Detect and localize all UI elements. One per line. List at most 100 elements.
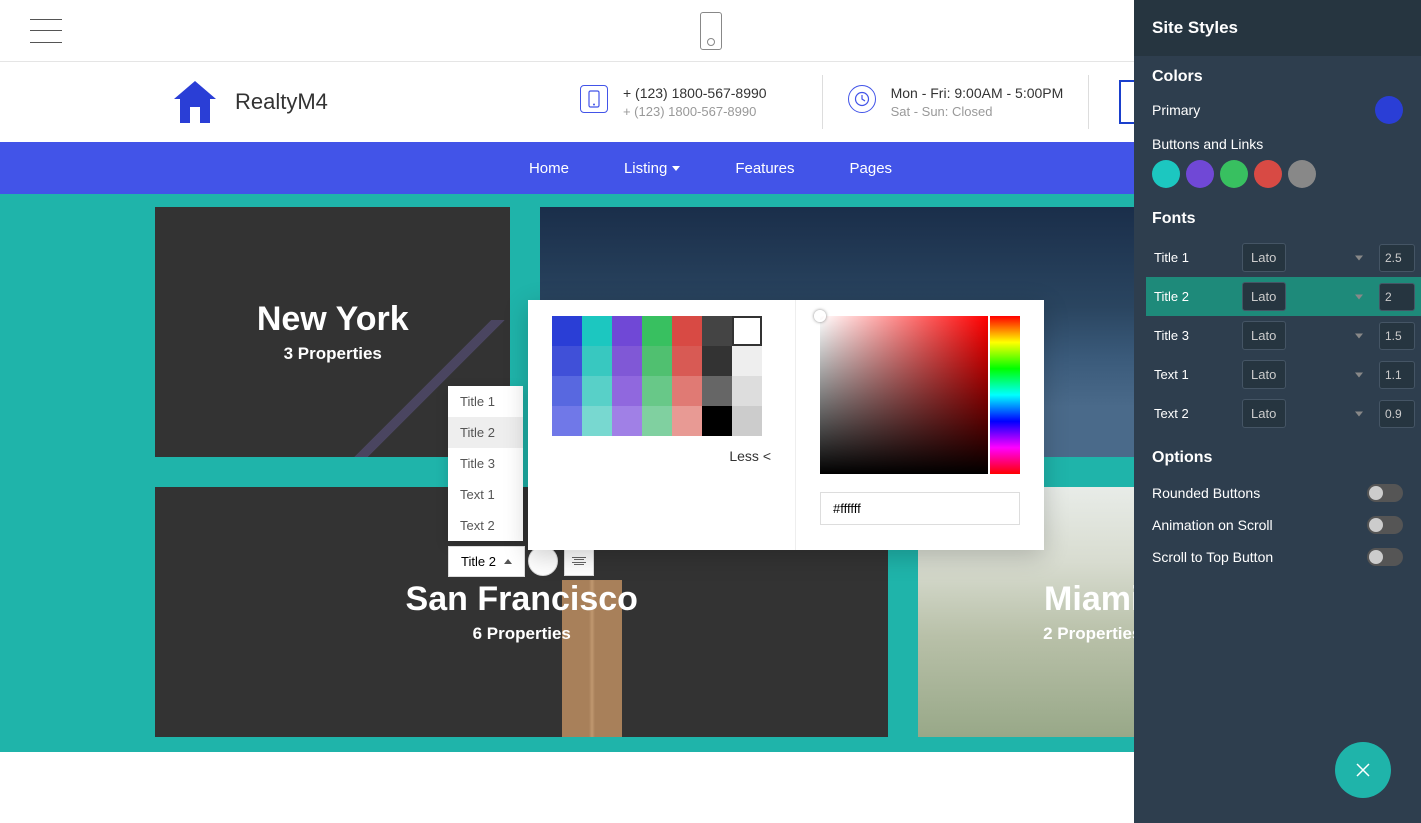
button-color-swatch[interactable] (1288, 160, 1316, 188)
color-swatch[interactable] (582, 316, 612, 346)
color-swatch[interactable] (732, 376, 762, 406)
font-label: Title 2 (1152, 289, 1236, 304)
logo-icon (170, 77, 220, 127)
font-family-select[interactable]: Lato (1242, 399, 1286, 428)
color-swatch[interactable] (582, 376, 612, 406)
card-title: Miami (1043, 580, 1141, 619)
font-row: Text 2 Lato (1146, 394, 1421, 433)
color-swatch[interactable] (672, 376, 702, 406)
card-subtitle: 3 Properties (257, 344, 409, 364)
close-icon (1353, 760, 1373, 780)
style-option-title3[interactable]: Title 3 (448, 448, 523, 479)
color-picker-popup: Less < (528, 300, 1044, 550)
color-swatch[interactable] (702, 376, 732, 406)
color-swatch[interactable] (582, 406, 612, 436)
color-swatch[interactable] (732, 346, 762, 376)
color-swatch[interactable] (612, 346, 642, 376)
font-size-input[interactable] (1379, 400, 1415, 428)
color-swatch[interactable] (642, 406, 672, 436)
buttons-links-label: Buttons and Links (1152, 136, 1403, 152)
color-swatch[interactable] (612, 316, 642, 346)
font-family-select[interactable]: Lato (1242, 243, 1286, 272)
hours-line-1: Mon - Fri: 9:00AM - 5:00PM (891, 85, 1064, 101)
style-option-title2[interactable]: Title 2 (448, 417, 523, 448)
saturation-area[interactable] (820, 316, 988, 474)
site-styles-panel: Site Styles Colors Primary Buttons and L… (1134, 0, 1421, 823)
brand-block: RealtyM4 (170, 77, 328, 127)
phone-line-1: + (123) 1800-567-8990 (623, 85, 767, 101)
nav-pages[interactable]: Pages (850, 160, 893, 177)
hours-line-2: Sat - Sun: Closed (891, 104, 1064, 119)
mobile-preview-icon[interactable] (700, 12, 722, 50)
font-family-select[interactable]: Lato (1242, 282, 1286, 311)
fonts-heading: Fonts (1152, 210, 1403, 228)
align-center-button[interactable] (564, 546, 594, 576)
button-color-swatch[interactable] (1152, 160, 1180, 188)
color-swatch[interactable] (552, 316, 582, 346)
text-style-menu: Title 1 Title 2 Title 3 Text 1 Text 2 (448, 386, 523, 541)
color-button[interactable] (528, 546, 558, 576)
options-heading: Options (1152, 449, 1403, 467)
hex-input[interactable] (820, 492, 1020, 525)
primary-label: Primary (1152, 102, 1200, 118)
button-color-swatch[interactable] (1220, 160, 1248, 188)
hue-slider[interactable] (990, 316, 1020, 474)
color-swatch[interactable] (642, 346, 672, 376)
less-button[interactable]: Less < (552, 448, 771, 464)
font-size-input[interactable] (1379, 283, 1415, 311)
color-swatch[interactable] (612, 376, 642, 406)
option-rounded-label: Rounded Buttons (1152, 485, 1260, 501)
animation-scroll-toggle[interactable] (1367, 516, 1403, 534)
font-label: Title 1 (1152, 250, 1236, 265)
nav-listing[interactable]: Listing (624, 160, 680, 177)
primary-color-swatch[interactable] (1375, 96, 1403, 124)
font-label: Title 3 (1152, 328, 1236, 343)
font-row: Title 2 Lato (1146, 277, 1421, 316)
swatch-grid (552, 316, 771, 436)
font-size-input[interactable] (1379, 322, 1415, 350)
scroll-top-toggle[interactable] (1367, 548, 1403, 566)
color-swatch[interactable] (672, 346, 702, 376)
hours-block: Mon - Fri: 9:00AM - 5:00PM Sat - Sun: Cl… (822, 75, 1090, 129)
font-label: Text 2 (1152, 406, 1236, 421)
saturation-cursor[interactable] (814, 310, 826, 322)
color-swatch[interactable] (672, 316, 702, 346)
color-swatch[interactable] (582, 346, 612, 376)
phone-block: + (123) 1800-567-8990 + (123) 1800-567-8… (555, 85, 792, 119)
style-option-text1[interactable]: Text 1 (448, 479, 523, 510)
font-row: Title 3 Lato (1146, 316, 1421, 355)
nav-features[interactable]: Features (735, 160, 794, 177)
chevron-down-icon (672, 166, 680, 171)
color-swatch[interactable] (552, 376, 582, 406)
color-swatch[interactable] (672, 406, 702, 436)
text-style-selector[interactable]: Title 2 (448, 546, 525, 577)
card-title: New York (257, 300, 409, 339)
color-swatch[interactable] (732, 406, 762, 436)
font-size-input[interactable] (1379, 244, 1415, 272)
button-color-swatch[interactable] (1254, 160, 1282, 188)
style-option-text2[interactable]: Text 2 (448, 510, 523, 541)
brand-text: RealtyM4 (235, 89, 328, 115)
font-size-input[interactable] (1379, 361, 1415, 389)
style-option-title1[interactable]: Title 1 (448, 386, 523, 417)
button-color-swatches (1152, 160, 1403, 188)
option-scrolltop-label: Scroll to Top Button (1152, 549, 1273, 565)
color-swatch[interactable] (552, 406, 582, 436)
nav-home[interactable]: Home (529, 160, 569, 177)
font-family-select[interactable]: Lato (1242, 360, 1286, 389)
color-swatch[interactable] (702, 346, 732, 376)
phone-icon (580, 85, 608, 113)
color-swatch[interactable] (732, 316, 762, 346)
card-title: San Francisco (406, 580, 638, 619)
close-panel-button[interactable] (1335, 742, 1391, 798)
color-swatch[interactable] (552, 346, 582, 376)
hamburger-menu-icon[interactable] (30, 19, 62, 43)
color-swatch[interactable] (702, 406, 732, 436)
color-swatch[interactable] (612, 406, 642, 436)
color-swatch[interactable] (642, 376, 672, 406)
button-color-swatch[interactable] (1186, 160, 1214, 188)
color-swatch[interactable] (642, 316, 672, 346)
font-family-select[interactable]: Lato (1242, 321, 1286, 350)
rounded-buttons-toggle[interactable] (1367, 484, 1403, 502)
color-swatch[interactable] (702, 316, 732, 346)
